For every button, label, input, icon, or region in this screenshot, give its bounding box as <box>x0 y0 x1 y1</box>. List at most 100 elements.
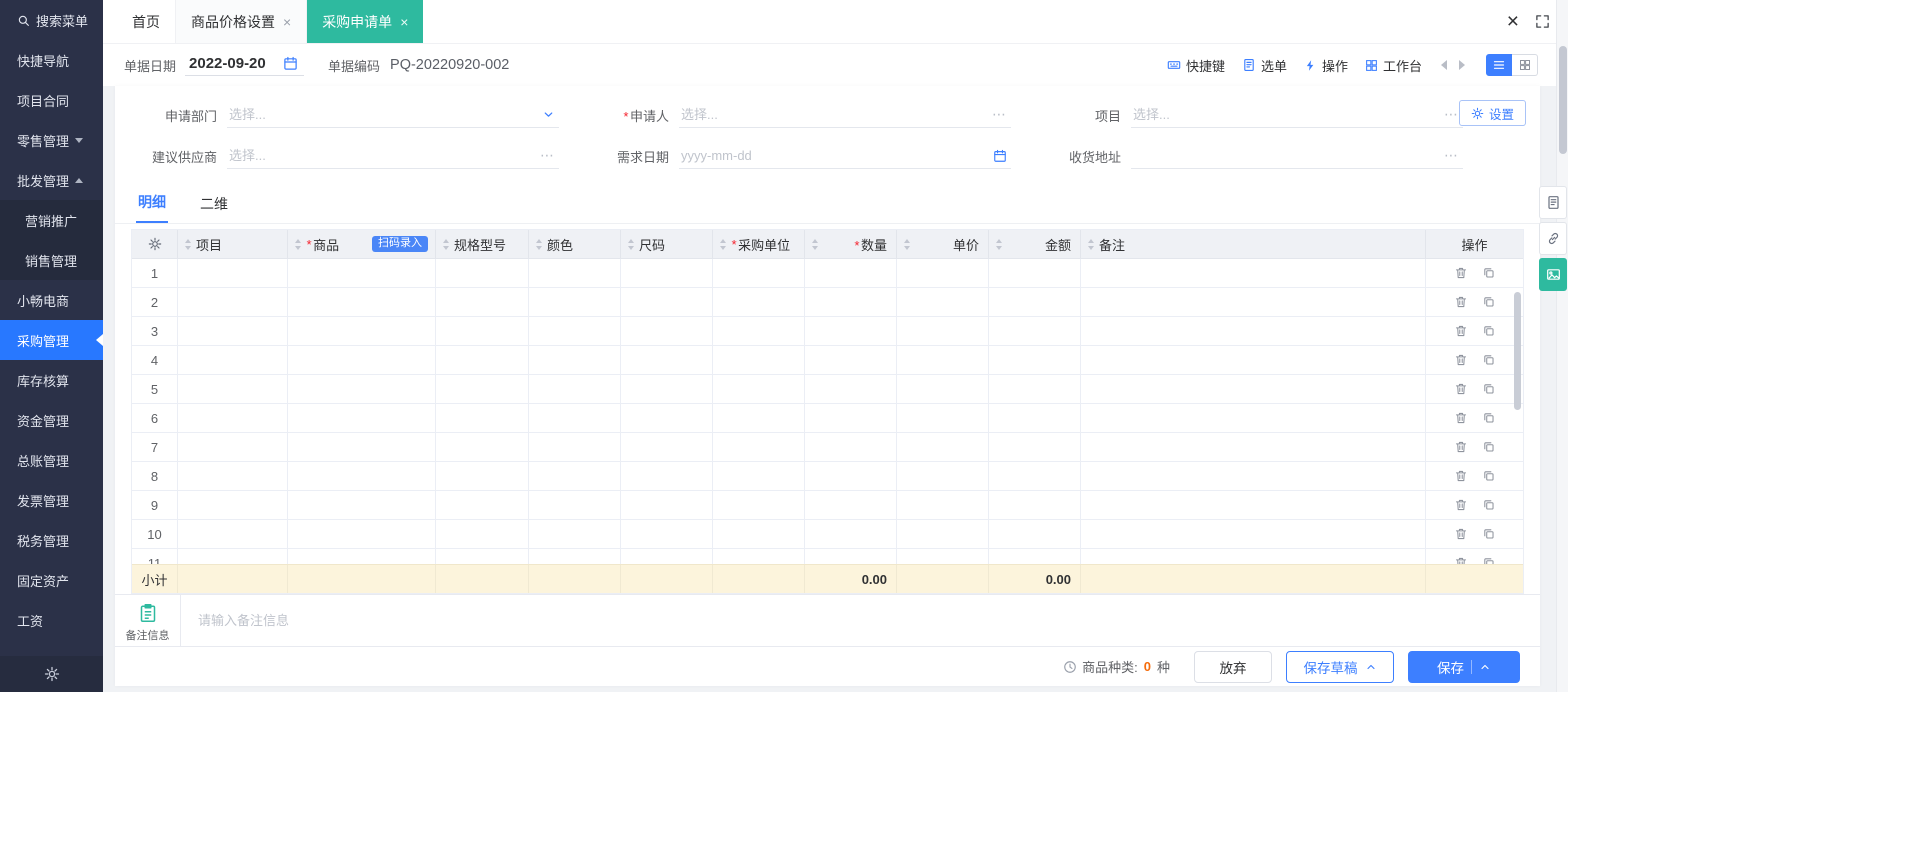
cell-color[interactable] <box>529 375 621 403</box>
sidebar-item-quick-nav[interactable]: 快捷导航 <box>0 40 103 80</box>
cell-remark[interactable] <box>1081 288 1426 316</box>
sidebar-item-wholesale-mgmt[interactable]: 批发管理 <box>0 160 103 200</box>
delete-row-icon[interactable] <box>1454 411 1468 425</box>
demand-date-input[interactable] <box>679 148 989 163</box>
cell-remark[interactable] <box>1081 549 1426 564</box>
project-select[interactable]: ⋯ <box>1131 102 1463 128</box>
cell-unit[interactable] <box>713 491 805 519</box>
cell-qty[interactable] <box>805 259 897 287</box>
more-icon[interactable]: ⋯ <box>988 106 1011 123</box>
cell-color[interactable] <box>529 520 621 548</box>
list-view-button[interactable] <box>1486 54 1512 76</box>
cell-color[interactable] <box>529 491 621 519</box>
doc-date-input[interactable] <box>189 55 274 72</box>
sort-icon[interactable] <box>904 238 910 250</box>
calendar-icon[interactable] <box>283 56 298 71</box>
sidebar-item-payroll[interactable]: 工资 <box>0 600 103 640</box>
sort-icon[interactable] <box>1088 238 1094 250</box>
delete-row-icon[interactable] <box>1454 440 1468 454</box>
cell-remark[interactable] <box>1081 346 1426 374</box>
cell-remark[interactable] <box>1081 375 1426 403</box>
applicant-select[interactable]: ⋯ <box>679 102 1011 128</box>
sort-icon[interactable] <box>536 238 542 250</box>
copy-row-icon[interactable] <box>1482 411 1496 425</box>
cell-project[interactable] <box>178 520 288 548</box>
cell-price[interactable] <box>897 462 989 490</box>
cell-project[interactable] <box>178 549 288 564</box>
copy-row-icon[interactable] <box>1482 295 1496 309</box>
cell-amount[interactable] <box>989 462 1081 490</box>
tab-detail[interactable]: 明细 <box>136 192 168 223</box>
delete-row-icon[interactable] <box>1454 295 1468 309</box>
cell-spec[interactable] <box>436 346 529 374</box>
cell-unit[interactable] <box>713 462 805 490</box>
cell-unit[interactable] <box>713 317 805 345</box>
document-tool-icon[interactable] <box>1539 186 1567 219</box>
cell-color[interactable] <box>529 433 621 461</box>
cell-project[interactable] <box>178 491 288 519</box>
cell-color[interactable] <box>529 317 621 345</box>
scrollbar-thumb[interactable] <box>1559 46 1567 154</box>
copy-row-icon[interactable] <box>1482 440 1496 454</box>
copy-row-icon[interactable] <box>1482 469 1496 483</box>
sort-icon[interactable] <box>812 238 818 250</box>
copy-row-icon[interactable] <box>1482 527 1496 541</box>
pick-list-button[interactable]: 选单 <box>1242 56 1287 75</box>
cell-qty[interactable] <box>805 404 897 432</box>
address-field[interactable]: ⋯ <box>1131 143 1463 169</box>
tab-price-settings[interactable]: 商品价格设置 × <box>175 0 308 43</box>
cell-spec[interactable] <box>436 520 529 548</box>
cell-project[interactable] <box>178 288 288 316</box>
sidebar-item-search-menu[interactable]: 搜索菜单 <box>0 0 103 40</box>
cell-product[interactable] <box>288 375 436 403</box>
applicant-input[interactable] <box>679 107 988 122</box>
cell-spec[interactable] <box>436 288 529 316</box>
shortcut-keys-button[interactable]: 快捷键 <box>1167 56 1225 75</box>
cell-remark[interactable] <box>1081 462 1426 490</box>
cell-project[interactable] <box>178 346 288 374</box>
sidebar-item-inventory-accounting[interactable]: 库存核算 <box>0 360 103 400</box>
cell-unit[interactable] <box>713 520 805 548</box>
cell-unit[interactable] <box>713 404 805 432</box>
sort-icon[interactable] <box>443 238 449 250</box>
cell-amount[interactable] <box>989 259 1081 287</box>
delete-row-icon[interactable] <box>1454 266 1468 280</box>
cell-project[interactable] <box>178 375 288 403</box>
cell-unit[interactable] <box>713 375 805 403</box>
cell-unit[interactable] <box>713 549 805 564</box>
cell-product[interactable] <box>288 491 436 519</box>
demand-date-field[interactable] <box>679 143 1011 169</box>
delete-row-icon[interactable] <box>1454 382 1468 396</box>
cell-project[interactable] <box>178 259 288 287</box>
delete-row-icon[interactable] <box>1454 527 1468 541</box>
sidebar-item-marketing[interactable]: 营销推广 <box>0 200 103 240</box>
sort-icon[interactable] <box>295 238 301 250</box>
tab-home[interactable]: 首页 <box>117 0 175 43</box>
cell-product[interactable] <box>288 259 436 287</box>
cell-amount[interactable] <box>989 404 1081 432</box>
chevron-down-icon[interactable] <box>542 108 555 121</box>
cell-size[interactable] <box>621 317 713 345</box>
cell-project[interactable] <box>178 462 288 490</box>
copy-row-icon[interactable] <box>1482 382 1496 396</box>
delete-row-icon[interactable] <box>1454 353 1468 367</box>
discard-button[interactable]: 放弃 <box>1194 650 1272 683</box>
cell-amount[interactable] <box>989 288 1081 316</box>
cell-spec[interactable] <box>436 375 529 403</box>
copy-row-icon[interactable] <box>1482 324 1496 338</box>
cell-size[interactable] <box>621 549 713 564</box>
table-scrollbar-thumb[interactable] <box>1514 292 1521 410</box>
sort-icon[interactable] <box>185 238 191 250</box>
delete-row-icon[interactable] <box>1454 498 1468 512</box>
close-icon[interactable]: × <box>1507 11 1519 32</box>
cell-spec[interactable] <box>436 433 529 461</box>
cell-product[interactable] <box>288 404 436 432</box>
cell-product[interactable] <box>288 549 436 564</box>
cell-amount[interactable] <box>989 375 1081 403</box>
cell-size[interactable] <box>621 433 713 461</box>
column-settings-gear-icon[interactable] <box>148 237 162 251</box>
fullscreen-icon[interactable] <box>1535 14 1550 29</box>
cell-spec[interactable] <box>436 404 529 432</box>
cell-color[interactable] <box>529 288 621 316</box>
cell-spec[interactable] <box>436 491 529 519</box>
